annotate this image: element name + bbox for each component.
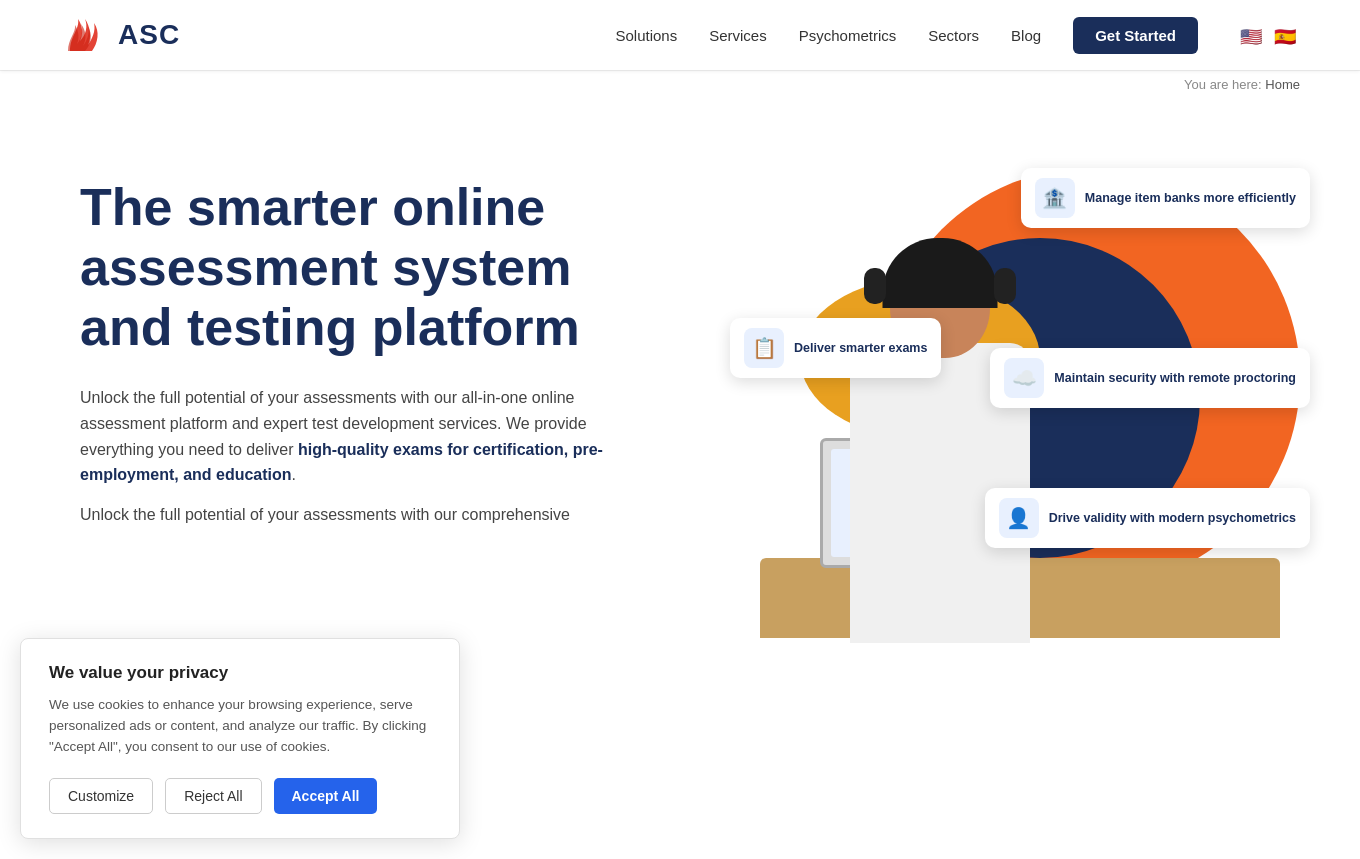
cookie-text: We use cookies to enhance your browsing … bbox=[49, 695, 431, 718]
feature-card-3-text: Maintain security with remote proctoring bbox=[1054, 370, 1296, 386]
cookie-title: We value your privacy bbox=[49, 663, 431, 683]
deliver-exams-icon: 📋 bbox=[744, 328, 784, 368]
language-switcher: 🇺🇸 🇪🇸 bbox=[1240, 26, 1300, 44]
breadcrumb: You are here: Home bbox=[0, 70, 1360, 98]
psychometrics-icon: 👤 bbox=[999, 498, 1039, 538]
nav-services[interactable]: Services bbox=[709, 27, 767, 44]
breadcrumb-home[interactable]: Home bbox=[1265, 77, 1300, 92]
nav-solutions[interactable]: Solutions bbox=[615, 27, 677, 44]
headphone-left bbox=[864, 268, 886, 304]
hero-subtitle2: Unlock the full potential of your assess… bbox=[80, 502, 660, 528]
main-nav: Solutions Services Psychometrics Sectors… bbox=[615, 17, 1300, 54]
hero-subtitle-end: . bbox=[292, 466, 296, 483]
nav-sectors[interactable]: Sectors bbox=[928, 27, 979, 44]
person-illustration bbox=[790, 238, 1090, 638]
header: ASC Solutions Services Psychometrics Sec… bbox=[0, 0, 1360, 70]
hero-subtitle: Unlock the full potential of your assess… bbox=[80, 385, 660, 487]
feature-card-2: 📋 Deliver smarter exams bbox=[730, 318, 941, 378]
feature-card-3: ☁️ Maintain security with remote proctor… bbox=[990, 348, 1310, 408]
headphone-right bbox=[994, 268, 1016, 304]
logo-text: ASC bbox=[118, 19, 180, 51]
feature-card-1: 🏦 Manage item banks more efficiently bbox=[1021, 168, 1310, 228]
proctoring-icon: ☁️ bbox=[1004, 358, 1044, 398]
hero-title: The smarter online assessment system and… bbox=[80, 178, 660, 357]
lang-es-flag[interactable]: 🇪🇸 bbox=[1274, 26, 1300, 44]
breadcrumb-prefix: You are here: bbox=[1184, 77, 1262, 92]
cookie-banner: We value your privacy We use cookies to … bbox=[20, 638, 460, 718]
logo[interactable]: ASC bbox=[60, 11, 180, 59]
nav-psychometrics[interactable]: Psychometrics bbox=[799, 27, 897, 44]
lang-en-flag[interactable]: 🇺🇸 bbox=[1240, 26, 1266, 44]
get-started-button[interactable]: Get Started bbox=[1073, 17, 1198, 54]
person-hair bbox=[883, 238, 998, 308]
hero-left: The smarter online assessment system and… bbox=[80, 158, 660, 527]
hero-section: The smarter online assessment system and… bbox=[0, 98, 1360, 718]
feature-card-1-text: Manage item banks more efficiently bbox=[1085, 190, 1296, 206]
nav-blog[interactable]: Blog bbox=[1011, 27, 1041, 44]
feature-card-2-text: Deliver smarter exams bbox=[794, 340, 927, 356]
feature-card-4: 👤 Drive validity with modern psychometri… bbox=[985, 488, 1310, 548]
hero-illustration: 🏦 Manage item banks more efficiently 📋 D… bbox=[740, 158, 1300, 638]
logo-icon bbox=[60, 11, 108, 59]
feature-card-4-text: Drive validity with modern psychometrics bbox=[1049, 510, 1296, 526]
item-bank-icon: 🏦 bbox=[1035, 178, 1075, 218]
